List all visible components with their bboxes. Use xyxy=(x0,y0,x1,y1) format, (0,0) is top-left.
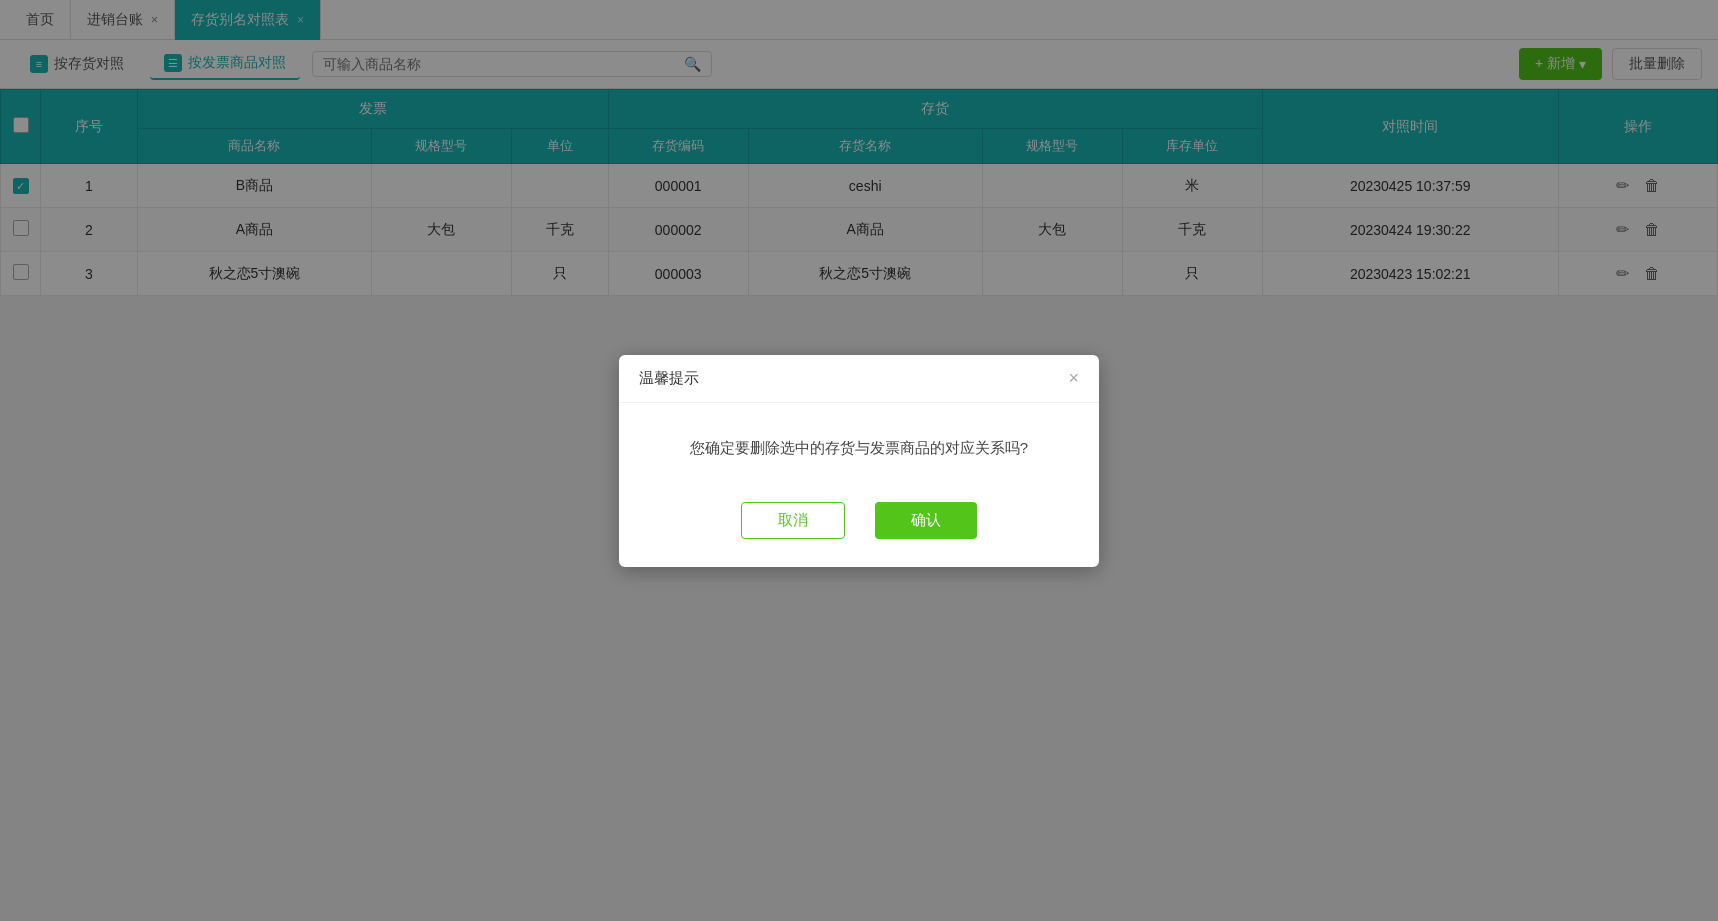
overlay: 温馨提示 × 您确定要删除选中的存货与发票商品的对应关系吗? 取消 确认 xyxy=(0,0,1718,296)
